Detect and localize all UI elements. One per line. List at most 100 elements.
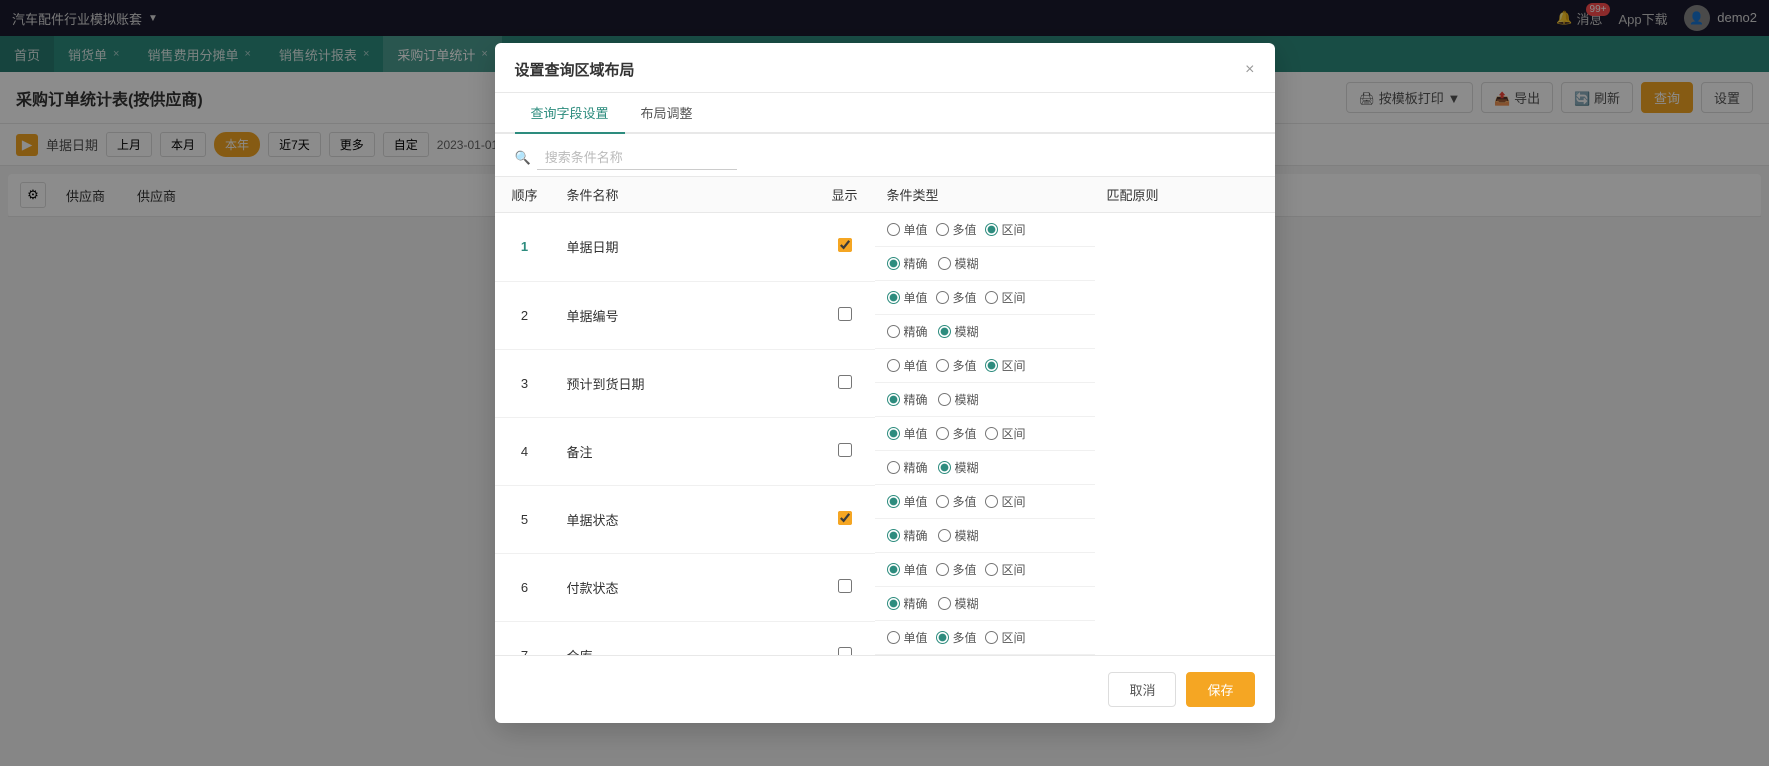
modal-search-bar: 🔍 [495,134,1275,177]
type-multi-radio[interactable] [936,631,949,644]
cell-display [815,621,875,655]
order-num: 5 [521,512,528,527]
match-exact-radio[interactable] [887,325,900,338]
display-checkbox[interactable] [838,511,852,525]
type-multi-label[interactable]: 多值 [936,561,977,578]
type-range-radio[interactable] [985,631,998,644]
modal-tab-query-fields[interactable]: 查询字段设置 [515,93,625,134]
col-order: 顺序 [495,177,555,213]
match-fuzzy-label[interactable]: 模糊 [938,527,979,544]
type-multi-label[interactable]: 多值 [936,289,977,306]
type-multi-radio[interactable] [936,427,949,440]
display-checkbox[interactable] [838,579,852,593]
type-single-radio[interactable] [887,631,900,644]
match-fuzzy-radio[interactable] [938,529,951,542]
type-single-label[interactable]: 单值 [887,425,928,442]
type-range-radio[interactable] [985,563,998,576]
type-multi-label[interactable]: 多值 [936,425,977,442]
type-range-radio[interactable] [985,495,998,508]
type-multi-radio[interactable] [936,563,949,576]
modal-close-btn[interactable]: × [1245,61,1254,91]
modal-tab-layout[interactable]: 布局调整 [625,93,709,134]
type-single-label[interactable]: 单值 [887,289,928,306]
type-single-label[interactable]: 单值 [887,221,928,238]
cell-order: 4 [495,417,555,485]
type-multi-label[interactable]: 多值 [936,357,977,374]
match-exact-radio[interactable] [887,597,900,610]
order-num: 4 [521,444,528,459]
display-checkbox[interactable] [838,647,852,656]
type-multi-label[interactable]: 多值 [936,629,977,646]
table-row: 6付款状态 单值 多值 区间 精确 模糊 [495,553,1275,621]
display-checkbox[interactable] [838,443,852,457]
cell-match: 精确 模糊 [875,587,1095,621]
match-fuzzy-label[interactable]: 模糊 [938,595,979,612]
modal-body: 顺序 条件名称 显示 条件类型 匹配原则 1单据日期 单值 多值 区间 [495,177,1275,655]
match-exact-label[interactable]: 精确 [887,459,928,476]
match-fuzzy-label[interactable]: 模糊 [938,323,979,340]
display-checkbox[interactable] [838,375,852,389]
type-single-radio[interactable] [887,563,900,576]
type-range-radio[interactable] [985,359,998,372]
match-exact-label[interactable]: 精确 [887,255,928,272]
match-fuzzy-label[interactable]: 模糊 [938,391,979,408]
type-range-label[interactable]: 区间 [985,289,1026,306]
type-multi-label[interactable]: 多值 [936,221,977,238]
type-single-radio[interactable] [887,427,900,440]
condition-name: 单据状态 [567,513,619,528]
match-exact-radio[interactable] [887,257,900,270]
match-fuzzy-radio[interactable] [938,325,951,338]
cell-type: 单值 多值 区间 [875,213,1095,247]
match-fuzzy-label[interactable]: 模糊 [938,255,979,272]
type-single-label[interactable]: 单值 [887,357,928,374]
type-single-label[interactable]: 单值 [887,493,928,510]
search-input[interactable] [537,146,737,170]
type-multi-radio[interactable] [936,359,949,372]
type-range-label[interactable]: 区间 [985,357,1026,374]
modal-table-wrap: 顺序 条件名称 显示 条件类型 匹配原则 1单据日期 单值 多值 区间 [495,177,1275,655]
type-single-label[interactable]: 单值 [887,561,928,578]
match-fuzzy-radio[interactable] [938,257,951,270]
cell-name: 预计到货日期 [555,349,815,417]
match-fuzzy-radio[interactable] [938,461,951,474]
type-range-radio[interactable] [985,427,998,440]
cancel-btn[interactable]: 取消 [1108,672,1176,707]
match-exact-radio[interactable] [887,393,900,406]
cell-type: 单值 多值 区间 [875,621,1095,655]
display-checkbox[interactable] [838,238,852,252]
type-single-radio[interactable] [887,359,900,372]
type-range-radio[interactable] [985,223,998,236]
modal-overlay[interactable]: 设置查询区域布局 × 查询字段设置 布局调整 🔍 顺序 条件名称 显示 [0,0,1769,766]
type-multi-radio[interactable] [936,291,949,304]
match-exact-label[interactable]: 精确 [887,323,928,340]
table-row: 7仓库 ∨ 单值 多值 区间 精确 模糊 [495,621,1275,655]
match-fuzzy-radio[interactable] [938,597,951,610]
type-single-label[interactable]: 单值 [887,629,928,646]
match-exact-radio[interactable] [887,529,900,542]
display-checkbox[interactable] [838,307,852,321]
match-exact-label[interactable]: 精确 [887,391,928,408]
type-range-label[interactable]: 区间 [985,561,1026,578]
type-range-label[interactable]: 区间 [985,221,1026,238]
type-single-radio[interactable] [887,223,900,236]
table-row: 4备注 单值 多值 区间 精确 模糊 [495,417,1275,485]
match-fuzzy-radio[interactable] [938,393,951,406]
cell-type: 单值 多值 区间 [875,349,1095,383]
type-range-label[interactable]: 区间 [985,629,1026,646]
type-single-radio[interactable] [887,291,900,304]
col-condition-type: 条件类型 [875,177,1095,213]
modal-footer: 取消 保存 [495,655,1275,723]
match-fuzzy-label[interactable]: 模糊 [938,459,979,476]
type-multi-radio[interactable] [936,495,949,508]
type-range-label[interactable]: 区间 [985,493,1026,510]
type-multi-label[interactable]: 多值 [936,493,977,510]
type-single-radio[interactable] [887,495,900,508]
match-exact-label[interactable]: 精确 [887,595,928,612]
match-exact-radio[interactable] [887,461,900,474]
type-multi-radio[interactable] [936,223,949,236]
save-btn[interactable]: 保存 [1186,672,1254,707]
match-exact-label[interactable]: 精确 [887,527,928,544]
col-match-rule: 匹配原则 [1095,177,1275,213]
type-range-radio[interactable] [985,291,998,304]
type-range-label[interactable]: 区间 [985,425,1026,442]
